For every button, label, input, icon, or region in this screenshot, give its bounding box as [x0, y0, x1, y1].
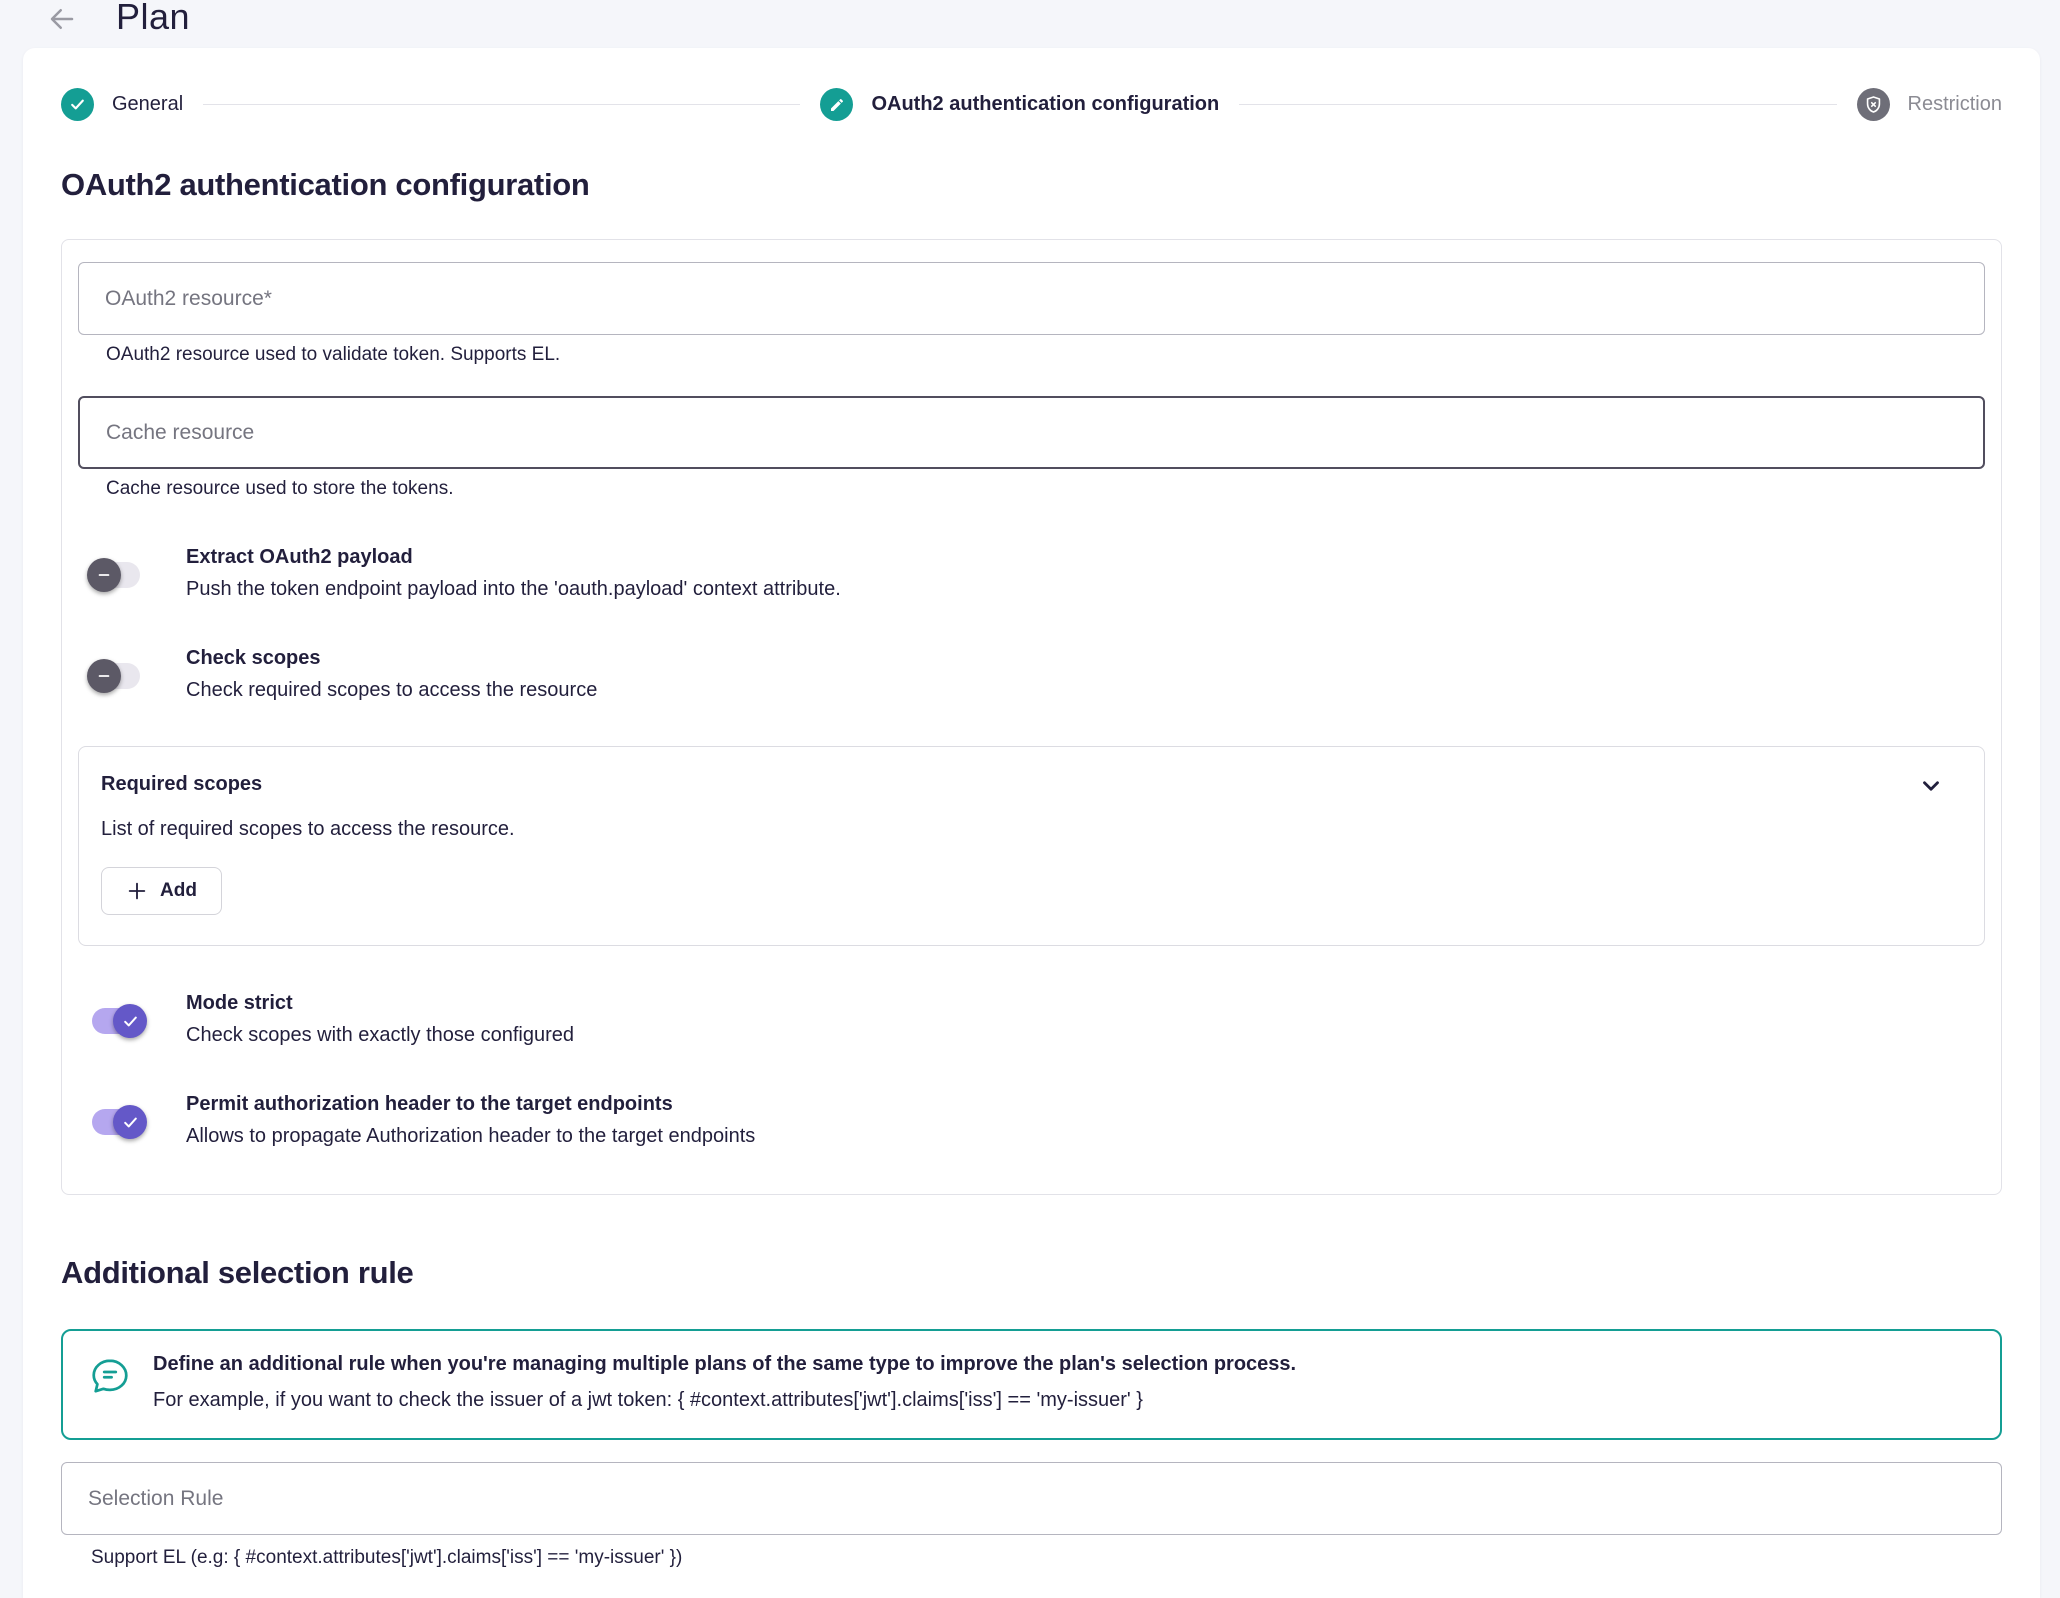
toggle-text: Permit authorization header to the targe… — [186, 1093, 755, 1148]
add-scope-button[interactable]: Add — [101, 867, 222, 915]
toggle-description: Push the token endpoint payload into the… — [186, 578, 841, 601]
toggle-thumb — [113, 1004, 147, 1038]
selection-rule-info-banner: Define an additional rule when you're ma… — [61, 1329, 2002, 1440]
toggle-text: Extract OAuth2 payload Push the token en… — [186, 546, 841, 601]
check-icon — [122, 1013, 139, 1030]
banner-text: Define an additional rule when you're ma… — [153, 1353, 1296, 1412]
minus-icon — [96, 668, 112, 684]
oauth2-section-title: OAuth2 authentication configuration — [61, 167, 2002, 203]
oauth2-resource-input[interactable] — [78, 262, 1985, 335]
selection-rule-hint: Support EL (e.g: { #context.attributes['… — [91, 1547, 2002, 1569]
required-scopes-description: List of required scopes to access the re… — [101, 818, 1962, 841]
toggle-text: Check scopes Check required scopes to ac… — [186, 647, 597, 702]
step-label-general: General — [112, 93, 183, 116]
page-title: Plan — [116, 0, 190, 38]
chat-bubble-icon — [89, 1355, 131, 1397]
check-icon — [122, 1114, 139, 1131]
toggle-thumb — [87, 659, 121, 693]
add-scope-label: Add — [160, 880, 197, 902]
required-scopes-panel: Required scopes List of required scopes … — [78, 746, 1985, 946]
banner-line-1: Define an additional rule when you're ma… — [153, 1353, 1296, 1376]
toggle-text: Mode strict Check scopes with exactly th… — [186, 992, 574, 1047]
toggle-thumb — [87, 558, 121, 592]
toggle-description: Allows to propagate Authorization header… — [186, 1125, 755, 1148]
stepper: General OAuth2 authentication configurat… — [61, 48, 2002, 121]
minus-icon — [96, 567, 112, 583]
oauth2-resource-hint: OAuth2 resource used to validate token. … — [106, 344, 1985, 366]
plan-wizard-card: General OAuth2 authentication configurat… — [23, 48, 2040, 1598]
mode-strict-toggle[interactable] — [92, 1008, 142, 1035]
step-circle-done — [61, 88, 94, 121]
plus-icon — [126, 880, 148, 902]
banner-line-2: For example, if you want to check the is… — [153, 1389, 1296, 1412]
toggle-description: Check required scopes to access the reso… — [186, 679, 597, 702]
step-label-restriction: Restriction — [1908, 93, 2002, 116]
toggle-row-check-scopes: Check scopes Check required scopes to ac… — [92, 647, 1985, 702]
cache-resource-hint: Cache resource used to store the tokens. — [106, 478, 1985, 500]
extract-payload-toggle[interactable] — [92, 562, 142, 589]
stepper-step-restriction[interactable]: Restriction — [1857, 88, 2002, 121]
toggle-label: Mode strict — [186, 992, 574, 1015]
selection-rule-section-title: Additional selection rule — [61, 1255, 2002, 1291]
check-scopes-toggle[interactable] — [92, 663, 142, 690]
toggle-row-permit-auth-header: Permit authorization header to the targe… — [92, 1093, 1985, 1148]
toggle-label: Extract OAuth2 payload — [186, 546, 841, 569]
back-button[interactable] — [44, 1, 80, 37]
cache-resource-input[interactable] — [78, 396, 1985, 469]
collapse-panel-button[interactable] — [1918, 773, 1944, 804]
shield-icon — [1864, 95, 1883, 114]
step-circle-active — [820, 88, 853, 121]
stepper-connector — [203, 104, 800, 105]
toggle-description: Check scopes with exactly those configur… — [186, 1024, 574, 1047]
oauth2-form-card: OAuth2 resource used to validate token. … — [61, 239, 2002, 1195]
chevron-down-icon — [1918, 773, 1944, 799]
selection-rule-field-wrap: Support EL (e.g: { #context.attributes['… — [61, 1462, 2002, 1569]
required-scopes-title: Required scopes — [101, 773, 1962, 796]
page-header: Plan — [0, 0, 2060, 48]
stepper-step-general[interactable]: General — [61, 88, 183, 121]
arrow-left-icon — [47, 4, 77, 34]
toggle-thumb — [113, 1105, 147, 1139]
toggle-row-mode-strict: Mode strict Check scopes with exactly th… — [92, 992, 1985, 1047]
step-label-oauth2: OAuth2 authentication configuration — [871, 93, 1219, 116]
stepper-connector — [1239, 104, 1836, 105]
check-icon — [69, 96, 86, 113]
toggle-label: Check scopes — [186, 647, 597, 670]
pencil-icon — [829, 97, 845, 113]
toggle-row-extract-payload: Extract OAuth2 payload Push the token en… — [92, 546, 1985, 601]
selection-rule-input[interactable] — [61, 1462, 2002, 1535]
permit-auth-header-toggle[interactable] — [92, 1109, 142, 1136]
step-circle-pending — [1857, 88, 1890, 121]
toggle-label: Permit authorization header to the targe… — [186, 1093, 755, 1116]
stepper-step-oauth2[interactable]: OAuth2 authentication configuration — [820, 88, 1219, 121]
